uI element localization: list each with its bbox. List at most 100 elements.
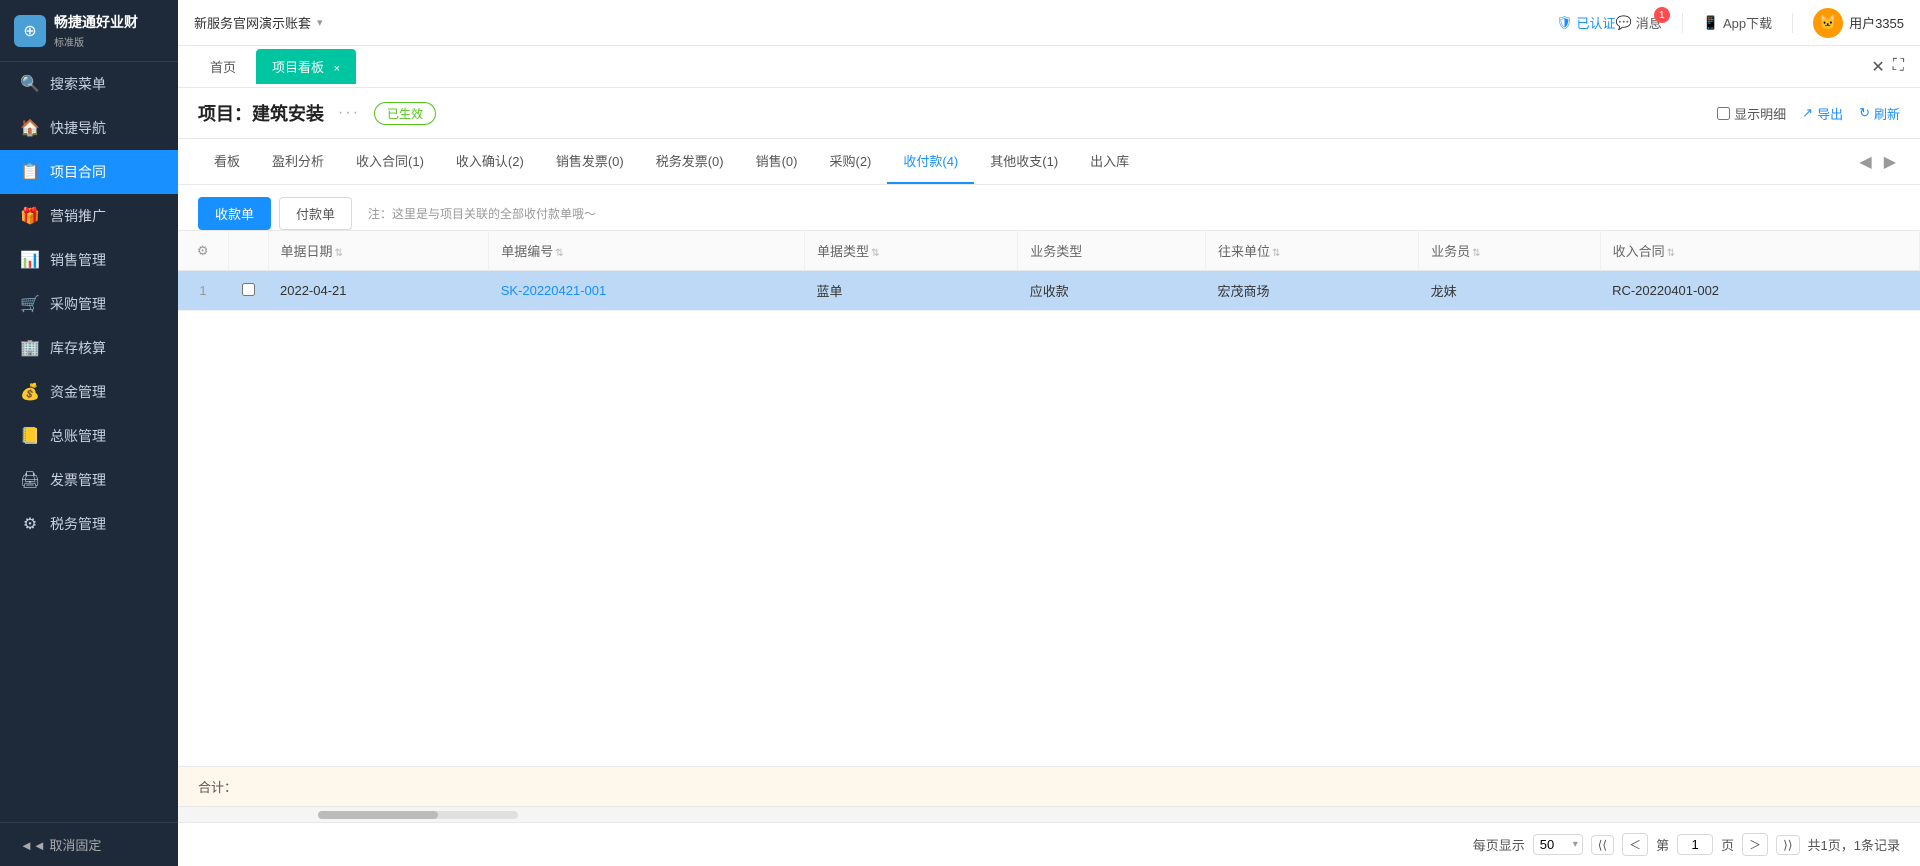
tab-maximize-icon[interactable]: ⛶ xyxy=(1893,57,1904,77)
sidebar-item-project[interactable]: 📋项目合同 xyxy=(0,150,178,194)
tab-close-window-icon[interactable]: ✕ xyxy=(1871,57,1884,77)
sidebar-item-ledger[interactable]: 📒总账管理 xyxy=(0,414,178,458)
next-page-btn[interactable]: ＞ xyxy=(1742,833,1768,856)
subnav-item-board[interactable]: 看板 xyxy=(198,139,256,184)
message-icon: 💬 xyxy=(1616,15,1632,31)
tab-project-board-label: 项目看板 xyxy=(272,60,324,75)
user-menu[interactable]: 🐱 用户3355 xyxy=(1813,8,1904,38)
total-label: 合计： xyxy=(198,780,237,795)
subnav-item-inout[interactable]: 出入库 xyxy=(1074,139,1145,184)
sidebar-item-purchase[interactable]: 🛒采购管理 xyxy=(0,282,178,326)
sidebar-logo-text: 畅捷通好业财 xyxy=(54,12,138,32)
divider-1 xyxy=(1682,13,1683,33)
row-checkbox-0[interactable] xyxy=(228,271,268,311)
project-more-btn[interactable]: ··· xyxy=(338,104,360,122)
col-header-date[interactable]: 单据日期⇅ xyxy=(268,231,489,271)
subnav-prev-arrow[interactable]: ◀ xyxy=(1855,152,1875,172)
sidebar-item-finance[interactable]: 💰资金管理 xyxy=(0,370,178,414)
sidebar-item-label-project: 项目合同 xyxy=(50,162,106,182)
sidebar-item-inventory[interactable]: 🏢库存核算 xyxy=(0,326,178,370)
subnav-item-purchase[interactable]: 采购(2) xyxy=(813,139,887,184)
refresh-button[interactable]: ↻ 刷新 xyxy=(1859,104,1900,123)
subnav-item-profit[interactable]: 盈利分析 xyxy=(256,139,340,184)
sidebar-unpin[interactable]: ◄◄ 取消固定 xyxy=(0,822,178,866)
divider-2 xyxy=(1792,13,1793,33)
table-body: 1 2022-04-21 SK-20220421-001 蓝单 应收款 宏茂商场… xyxy=(178,271,1920,311)
col-header-type[interactable]: 单据类型⇅ xyxy=(805,231,1018,271)
sidebar-logo-info: 畅捷通好业财 标准版 xyxy=(54,12,138,49)
sidebar-item-invoice[interactable]: 🖨发票管理 xyxy=(0,458,178,502)
subnav-item-tax-invoice[interactable]: 税务发票(0) xyxy=(640,139,740,184)
scrollbar-track[interactable] xyxy=(318,811,518,819)
col-header-number[interactable]: 单据编号⇅ xyxy=(489,231,805,271)
ledger-icon: 📒 xyxy=(20,426,40,446)
sidebar-item-marketing[interactable]: 🎁营销推广 xyxy=(0,194,178,238)
row-number-0[interactable]: SK-20220421-001 xyxy=(489,271,805,311)
app-download-label: App下载 xyxy=(1723,13,1772,32)
sidebar-item-tax[interactable]: ⚙税务管理 xyxy=(0,502,178,546)
last-page-btn[interactable]: ⟩⟩ xyxy=(1776,835,1799,855)
sidebar-item-quicknav[interactable]: 🏠快捷导航 xyxy=(0,106,178,150)
export-button[interactable]: ↗ 导出 xyxy=(1802,104,1843,123)
tabs-right-controls: ✕ ⛶ xyxy=(1871,57,1904,77)
first-page-btn[interactable]: ⟨⟨ xyxy=(1591,835,1614,855)
topbar-account[interactable]: 新服务官网演示账套 ▾ xyxy=(194,13,1536,32)
show-detail-checkbox-label[interactable]: 显示明细 xyxy=(1717,104,1786,123)
subtab-note: 注：这里是与项目关联的全部收付款单哦～ xyxy=(368,205,596,222)
show-detail-checkbox[interactable] xyxy=(1717,107,1730,120)
account-dropdown-icon: ▾ xyxy=(317,16,323,29)
scrollbar-thumb[interactable] xyxy=(318,811,438,819)
row-contract-0: RC-20220401-002 xyxy=(1600,271,1919,311)
total-row: 合计： xyxy=(178,766,1920,806)
unpin-label: ◄◄ 取消固定 xyxy=(20,835,101,854)
subtab-fukuan[interactable]: 付款单 xyxy=(279,197,352,230)
account-name: 新服务官网演示账套 xyxy=(194,13,311,32)
per-page-select-wrap: 50 100 200 xyxy=(1533,834,1583,855)
user-avatar: 🐱 xyxy=(1813,8,1843,38)
content: 项目：建筑安装 ··· 已生效 显示明细 ↗ 导出 ↻ 刷新 看板盈利分析收入 xyxy=(178,88,1920,866)
show-detail-label: 显示明细 xyxy=(1734,104,1786,123)
user-name: 用户3355 xyxy=(1849,13,1904,32)
tab-home[interactable]: 首页 xyxy=(194,49,252,84)
subnav-arrows: ◀▶ xyxy=(1855,152,1900,172)
tab-project-board[interactable]: 项目看板 × xyxy=(256,49,356,84)
certified-shield-icon: 🛡 xyxy=(1556,15,1573,31)
phone-icon: 📱 xyxy=(1703,15,1719,31)
total-info: 共1页，1条记录 xyxy=(1808,835,1900,854)
subtab-shoukuan[interactable]: 收款单 xyxy=(198,197,271,230)
col-header-settings: ⚙ xyxy=(178,231,228,271)
col-header-partner[interactable]: 往来单位⇅ xyxy=(1205,231,1418,271)
sidebar-version: 标准版 xyxy=(54,34,138,49)
topbar: 新服务官网演示账套 ▾ 🛡 已认证 💬 消息 1 📱 App下载 🐱 用户335… xyxy=(178,0,1920,46)
certified-label: 已认证 xyxy=(1577,13,1616,32)
tab-close-icon[interactable]: × xyxy=(334,63,340,75)
subnav-item-receipt[interactable]: 收付款(4) xyxy=(887,139,974,184)
sidebar-nav: 🔍搜索菜单🏠快捷导航📋项目合同🎁营销推广📊销售管理🛒采购管理🏢库存核算💰资金管理… xyxy=(0,62,178,822)
subnav-item-income-confirm[interactable]: 收入确认(2) xyxy=(440,139,540,184)
col-header-income_contract[interactable]: 收入合同⇅ xyxy=(1600,231,1919,271)
row-date-0: 2022-04-21 xyxy=(268,271,489,311)
per-page-select[interactable]: 50 100 200 xyxy=(1533,834,1583,855)
table-row[interactable]: 1 2022-04-21 SK-20220421-001 蓝单 应收款 宏茂商场… xyxy=(178,271,1920,311)
subnav-item-income-contract[interactable]: 收入合同(1) xyxy=(340,139,440,184)
message-button[interactable]: 💬 消息 1 xyxy=(1616,13,1662,32)
project-header-actions: 显示明细 ↗ 导出 ↻ 刷新 xyxy=(1717,104,1900,123)
subnav-item-other-expense[interactable]: 其他收支(1) xyxy=(974,139,1074,184)
horizontal-scrollbar[interactable] xyxy=(178,806,1920,822)
prev-page-btn[interactable]: ＜ xyxy=(1622,833,1648,856)
subnav-next-arrow[interactable]: ▶ xyxy=(1880,152,1900,172)
sidebar-item-label-invoice: 发票管理 xyxy=(50,470,106,490)
settings-icon[interactable]: ⚙ xyxy=(197,243,209,258)
sidebar-item-search[interactable]: 🔍搜索菜单 xyxy=(0,62,178,106)
row-partner-0: 宏茂商场 xyxy=(1205,271,1418,311)
sidebar-item-sales[interactable]: 📊销售管理 xyxy=(0,238,178,282)
subnav-item-sales-invoice[interactable]: 销售发票(0) xyxy=(540,139,640,184)
search-icon: 🔍 xyxy=(20,74,40,94)
col-header-biz_type: 业务类型 xyxy=(1018,231,1206,271)
app-download-button[interactable]: 📱 App下载 xyxy=(1703,13,1772,32)
sidebar-logo: ⊕ 畅捷通好业财 标准版 xyxy=(0,0,178,62)
current-page-input[interactable] xyxy=(1677,834,1713,855)
tax-icon: ⚙ xyxy=(20,514,40,534)
subnav-item-sales[interactable]: 销售(0) xyxy=(740,139,814,184)
col-header-salesman[interactable]: 业务员⇅ xyxy=(1419,231,1600,271)
